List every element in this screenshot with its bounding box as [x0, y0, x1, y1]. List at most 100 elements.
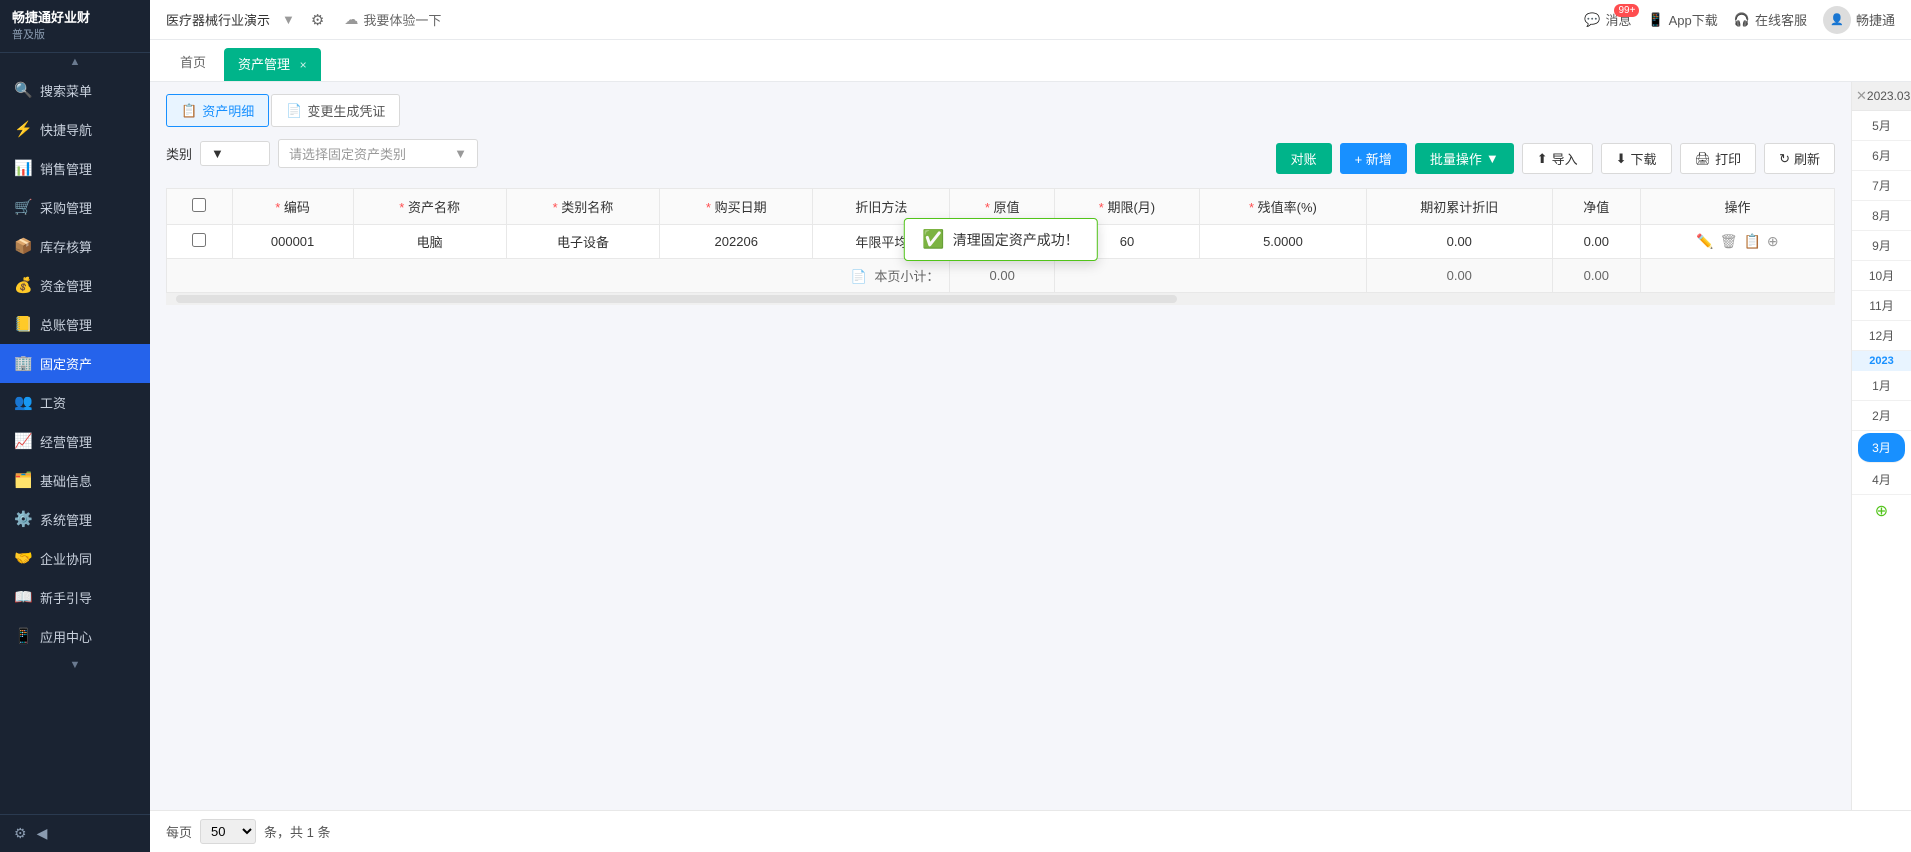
sidebar-item-guide[interactable]: 📖 新手引导	[0, 578, 150, 617]
online-service-action[interactable]: 🎧 在线客服	[1734, 10, 1807, 29]
calendar-month-1[interactable]: 1月	[1852, 371, 1911, 401]
experience-label: 我要体验一下	[363, 10, 441, 29]
sidebar-item-payroll[interactable]: 👥 工资	[0, 383, 150, 422]
print-button[interactable]: 🖨 打印	[1680, 143, 1757, 174]
sidebar-item-capital[interactable]: 💰 资金管理	[0, 266, 150, 305]
calendar-month-3-current[interactable]: 3月	[1858, 433, 1905, 463]
sidebar-item-enterprise[interactable]: 🤝 企业协同	[0, 539, 150, 578]
col-residual-rate-label: 残值率(%)	[1249, 200, 1317, 215]
sidebar-item-app-center[interactable]: 📱 应用中心	[0, 617, 150, 656]
sidebar-item-search[interactable]: 🔍 搜索菜单	[0, 71, 150, 110]
select-all-checkbox[interactable]	[192, 198, 206, 212]
experience-button[interactable]: ☁ 我要体验一下	[344, 10, 441, 29]
header-right: 💬 消息 99+ 📱 App下载 🎧 在线客服 👤 畅捷通	[1584, 6, 1895, 34]
sidebar-item-purchase[interactable]: 🛒 采购管理	[0, 188, 150, 227]
row-actions: ✏️ 🗑 📋 ⊕	[1640, 225, 1834, 259]
copy-icon[interactable]: 📋	[1743, 233, 1760, 250]
reconcile-button[interactable]: 对账	[1276, 143, 1332, 174]
subtotal-actions	[1640, 259, 1834, 293]
scroll-thumb	[176, 295, 1177, 303]
refresh-icon: ↻	[1779, 151, 1790, 167]
sidebar-scroll-down[interactable]: ▼	[0, 656, 150, 674]
new-button[interactable]: + 新增	[1340, 143, 1407, 174]
category-placeholder: 请选择固定资产类别	[289, 144, 406, 163]
calendar-month-5[interactable]: 5月	[1852, 111, 1911, 141]
right-panel-year: 2023.03	[1867, 89, 1910, 103]
sidebar-label-search: 搜索菜单	[40, 81, 92, 100]
sidebar: 畅捷通好业财 普及版 ▲ 🔍 搜索菜单 ⚡ 快捷导航 📊 销售管理 🛒 采购管理…	[0, 0, 150, 852]
sidebar-item-sales[interactable]: 📊 销售管理	[0, 149, 150, 188]
refresh-button[interactable]: ↻ 刷新	[1764, 143, 1835, 174]
category-filter-label: 类别	[166, 144, 192, 163]
sub-tab-change-voucher[interactable]: 📄 变更生成凭证	[271, 94, 400, 127]
main-area: 医疗器械行业演示 ▼ ⚙ ☁ 我要体验一下 💬 消息 99+ 📱 App下载 🎧…	[150, 0, 1911, 852]
content-area: 📋 资产明细 📄 变更生成凭证 类别 ▼ 请选择固定资产类别	[150, 82, 1911, 810]
settings-gear-icon[interactable]: ⚙	[14, 825, 27, 842]
sidebar-item-system[interactable]: ⚙️ 系统管理	[0, 500, 150, 539]
message-action[interactable]: 💬 消息 99+	[1584, 10, 1631, 29]
category-select-display[interactable]: ▼	[200, 141, 270, 166]
header-settings-icon[interactable]: ⚙	[311, 11, 324, 29]
calendar-month-10[interactable]: 10月	[1852, 261, 1911, 291]
calendar-month-6[interactable]: 6月	[1852, 141, 1911, 171]
tab-close-icon[interactable]: ×	[300, 58, 307, 72]
calendar-month-7[interactable]: 7月	[1852, 171, 1911, 201]
ledger-icon: 📒	[14, 315, 32, 333]
col-residual-rate: 残值率(%)	[1200, 189, 1367, 225]
app-subtitle: 普及版	[12, 26, 138, 42]
asset-detail-tab-icon: 📋	[181, 103, 197, 119]
batch-arrow-icon: ▼	[1486, 151, 1499, 166]
calendar-month-4[interactable]: 4月	[1852, 465, 1911, 495]
calendar-month-2[interactable]: 2月	[1852, 401, 1911, 431]
edit-icon[interactable]: ✏️	[1696, 233, 1713, 250]
user-avatar: 👤	[1823, 6, 1851, 34]
calendar-month-11[interactable]: 11月	[1852, 291, 1911, 321]
import-icon: ⬆	[1537, 151, 1548, 167]
app-download-action[interactable]: 📱 App下载	[1647, 10, 1717, 29]
sidebar-scroll-up[interactable]: ▲	[0, 53, 150, 71]
import-button[interactable]: ⬆ 导入	[1522, 143, 1593, 174]
enterprise-icon: 🤝	[14, 549, 32, 567]
sidebar-item-quick-nav[interactable]: ⚡ 快捷导航	[0, 110, 150, 149]
col-code-label: 编码	[275, 200, 310, 215]
tab-home[interactable]: 首页	[166, 44, 220, 81]
col-category-label: 类别名称	[553, 200, 614, 215]
col-category: 类别名称	[506, 189, 659, 225]
horizontal-scrollbar[interactable]	[166, 293, 1835, 305]
batch-button[interactable]: 批量操作 ▼	[1415, 143, 1514, 174]
col-depreciation-label: 折旧方法	[855, 200, 907, 215]
collapse-icon[interactable]: ◀	[37, 825, 48, 842]
category-select-wide[interactable]: 请选择固定资产类别 ▼	[278, 139, 478, 168]
calendar-month-8[interactable]: 8月	[1852, 201, 1911, 231]
right-panel: ✕ 2023.03 ⤢ 5月 6月 7月 8月 9月 10月 11月 12月 2…	[1851, 82, 1911, 810]
sidebar-label-quick-nav: 快捷导航	[40, 120, 92, 139]
delete-icon[interactable]: 🗑	[1720, 233, 1738, 250]
calendar-down-arrow[interactable]: ⊕	[1852, 495, 1911, 527]
download-button[interactable]: ⬇ 下载	[1601, 143, 1672, 174]
calendar-month-12[interactable]: 12月	[1852, 321, 1911, 351]
reconcile-label: 对账	[1291, 149, 1317, 168]
row-initial-accumulated: 0.00	[1366, 225, 1552, 259]
sidebar-label-capital: 资金管理	[40, 276, 92, 295]
company-dropdown-icon[interactable]: ▼	[282, 12, 295, 27]
sidebar-item-fixed-assets[interactable]: 🏢 固定资产	[0, 344, 150, 383]
sub-tab-asset-detail[interactable]: 📋 资产明细	[166, 94, 269, 127]
col-name: 资产名称	[353, 189, 506, 225]
calendar-month-9[interactable]: 9月	[1852, 231, 1911, 261]
user-profile[interactable]: 👤 畅捷通	[1823, 6, 1895, 34]
print-icon: 🖨	[1695, 151, 1712, 167]
sidebar-item-operations[interactable]: 📈 经营管理	[0, 422, 150, 461]
sidebar-item-inventory[interactable]: 📦 库存核算	[0, 227, 150, 266]
message-badge: 99+	[1614, 4, 1639, 17]
sidebar-label-system: 系统管理	[40, 510, 92, 529]
per-page-select[interactable]: 50 100 200	[200, 819, 256, 844]
sidebar-label-fixed-assets: 固定资产	[40, 354, 92, 373]
operations-icon: 📈	[14, 432, 32, 450]
row-checkbox[interactable]	[192, 233, 206, 247]
sidebar-item-basic-info[interactable]: 🗂️ 基础信息	[0, 461, 150, 500]
more-icon[interactable]: ⊕	[1767, 233, 1779, 250]
search-icon: 🔍	[14, 81, 32, 99]
tab-asset-mgmt[interactable]: 资产管理 ×	[224, 48, 321, 81]
right-panel-close-icon[interactable]: ✕	[1856, 88, 1867, 104]
sidebar-item-ledger[interactable]: 📒 总账管理	[0, 305, 150, 344]
